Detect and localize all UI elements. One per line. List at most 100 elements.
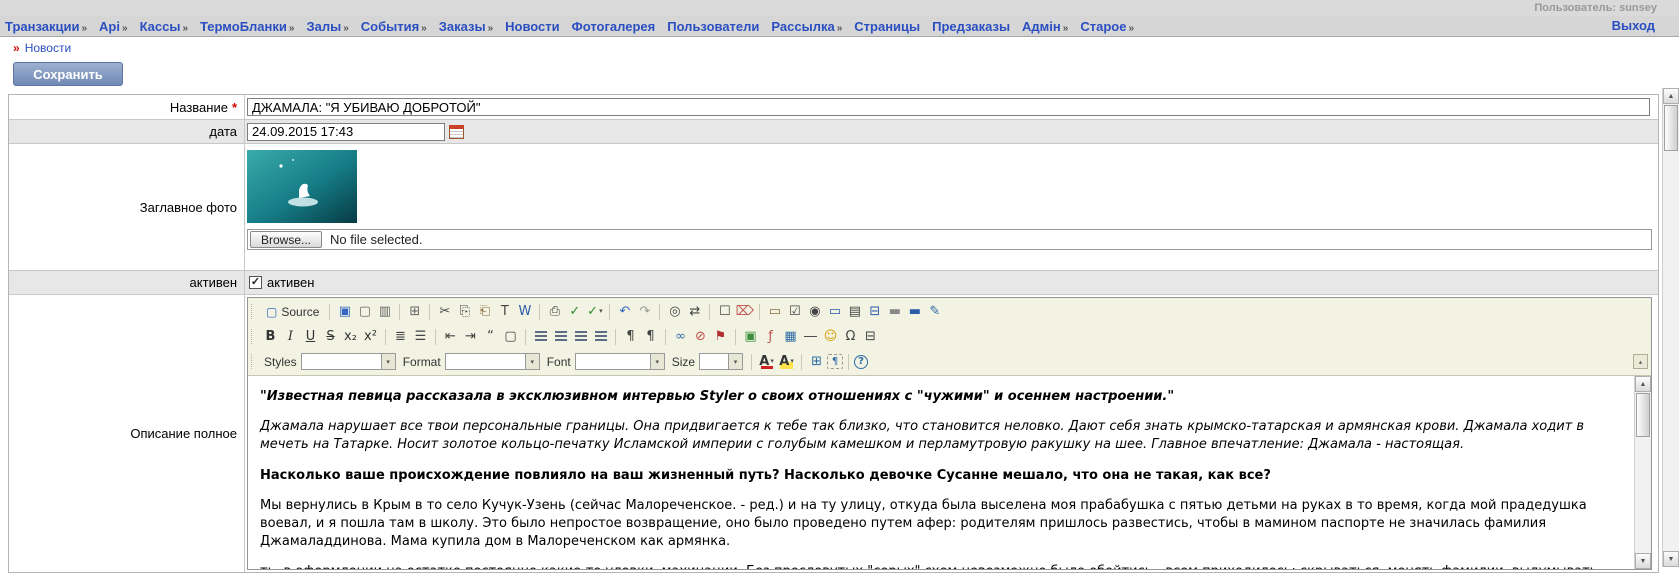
bidi-rtl-icon[interactable]: ¶ [641,328,660,346]
nav-item-preorders[interactable]: Предзаказы [932,19,1010,34]
anchor-icon[interactable]: ⚑ [711,328,730,346]
size-dropdown[interactable]: Size ▾ [672,353,744,370]
format-dropdown[interactable]: Format ▾ [403,353,540,370]
indent-icon[interactable]: ⇥ [461,328,480,346]
page-scrollbar[interactable]: ▲ ▼ [1662,88,1679,567]
logout-link[interactable]: Выход [1612,18,1655,33]
paste-text-icon[interactable]: T [495,303,514,321]
find-icon[interactable]: ◎ [665,303,684,321]
file-input[interactable]: Browse... No file selected. [247,229,1652,250]
select-all-icon[interactable]: ☐ [715,303,734,321]
remove-format-icon[interactable]: ⌦ [735,303,754,321]
redo-icon[interactable]: ↷ [635,303,654,321]
nav-item-old[interactable]: Старое» [1080,19,1134,34]
format-dropdown-value[interactable]: ▾ [444,353,540,370]
radio-button-icon[interactable]: ◉ [805,303,824,321]
about-icon[interactable]: ? [854,354,869,369]
text-color-button[interactable]: A ▾ [757,352,777,371]
paste-word-icon[interactable]: W [515,303,534,321]
justify-left-icon[interactable] [531,328,550,346]
editor-scrollbar-track[interactable] [1635,438,1651,553]
editor-content-area[interactable]: "Известная певица рассказала в эксклюзив… [248,376,1634,569]
hidden-field-icon[interactable]: ✎ [925,303,944,321]
superscript-icon[interactable]: x² [361,328,380,346]
cut-icon[interactable]: ✂ [435,303,454,321]
page-scroll-up-button[interactable]: ▲ [1663,88,1679,104]
page-scrollbar-thumb[interactable] [1664,105,1678,151]
save-button[interactable]: Сохранить [13,62,123,86]
create-div-icon[interactable]: ▢ [501,328,520,346]
nav-item-users[interactable]: Пользователи [667,19,759,34]
form-icon[interactable]: ▭ [765,303,784,321]
editor-scroll-up-button[interactable]: ▲ [1635,376,1651,392]
title-input[interactable] [247,98,1650,116]
image-icon[interactable]: ▣ [741,328,760,346]
styles-dropdown[interactable]: Styles ▾ [264,353,396,370]
justify-block-icon[interactable] [591,328,610,346]
blockquote-icon[interactable]: “ [481,328,500,346]
nav-item-mailing[interactable]: Рассылка» [771,19,842,34]
nav-item-events[interactable]: События» [361,19,427,34]
bulleted-list-icon[interactable]: ☰ [411,328,430,346]
special-char-icon[interactable]: Ω [841,328,860,346]
show-blocks-icon[interactable]: ¶ [827,354,844,369]
copy-icon[interactable]: ⎘ [455,303,474,321]
scayt-icon[interactable]: ✓ ▾ [585,303,604,321]
italic-icon[interactable]: I [281,328,300,346]
print-icon[interactable]: ⎙ [545,303,564,321]
browse-button[interactable]: Browse... [250,231,323,248]
subscript-icon[interactable]: x₂ [341,328,360,346]
preview-icon[interactable]: ▥ [375,303,394,321]
underline-icon[interactable]: U [301,328,320,346]
text-field-icon[interactable]: ▭ [825,303,844,321]
background-color-button[interactable]: A ▾ [777,352,797,371]
justify-center-icon[interactable] [551,328,570,346]
numbered-list-icon[interactable]: ≣ [391,328,410,346]
source-button[interactable]: ▢ Source [261,303,324,321]
save-icon[interactable]: ▣ [335,303,354,321]
link-icon[interactable]: ∞ [671,328,690,346]
templates-icon[interactable]: ⊞ [405,303,424,321]
button-icon[interactable]: ▬ [885,303,904,321]
nav-item-pages[interactable]: Страницы [854,19,920,34]
checkbox-icon[interactable]: ☑ [785,303,804,321]
bidi-ltr-icon[interactable]: ¶ [621,328,640,346]
active-checkbox[interactable]: ✓ [249,276,262,289]
justify-right-icon[interactable] [571,328,590,346]
nav-item-transactions[interactable]: Транзакции» [5,19,87,34]
editor-scrollbar[interactable]: ▲ ▼ [1634,376,1651,569]
font-dropdown-value[interactable]: ▾ [574,353,665,370]
nav-item-api[interactable]: Api» [99,19,128,34]
styles-dropdown-value[interactable]: ▾ [300,353,396,370]
maximize-icon[interactable]: ⊞ [807,353,826,371]
page-scroll-down-button[interactable]: ▼ [1663,551,1679,567]
paste-icon[interactable]: ⎗ [475,303,494,321]
size-dropdown-value[interactable]: ▾ [699,353,744,370]
replace-icon[interactable]: ⇄ [685,303,704,321]
font-dropdown[interactable]: Font ▾ [547,353,665,370]
textarea-icon[interactable]: ▤ [845,303,864,321]
date-input[interactable] [247,122,445,141]
calendar-icon[interactable] [449,124,464,139]
unlink-icon[interactable]: ⊘ [691,328,710,346]
outdent-icon[interactable]: ⇤ [441,328,460,346]
toolbar-collapse-button[interactable]: ▴ [1633,354,1648,369]
bold-icon[interactable]: B [261,328,280,346]
spellcheck-icon[interactable]: ✓ [565,303,584,321]
nav-item-thermo-blanks[interactable]: ТермоБланки» [200,19,294,34]
nav-item-admin[interactable]: Адмін» [1022,19,1068,34]
flash-icon[interactable]: ƒ [761,328,780,346]
select-field-icon[interactable]: ⊟ [865,303,884,321]
image-button-icon[interactable]: ▬ [905,303,924,321]
horizontal-rule-icon[interactable]: ― [801,328,820,346]
page-scrollbar-track[interactable] [1663,152,1679,551]
new-page-icon[interactable]: ▢ [355,303,374,321]
strikethrough-icon[interactable]: S [321,328,340,346]
breadcrumb-news-link[interactable]: Новости [25,41,71,55]
page-break-icon[interactable]: ⊟ [861,328,880,346]
nav-item-halls[interactable]: Залы» [306,19,348,34]
nav-item-photo-gallery[interactable]: Фотогалерея [572,19,656,34]
undo-icon[interactable]: ↶ [615,303,634,321]
smiley-icon[interactable]: ☺ [821,328,840,346]
nav-item-cash-desks[interactable]: Кассы» [140,19,188,34]
